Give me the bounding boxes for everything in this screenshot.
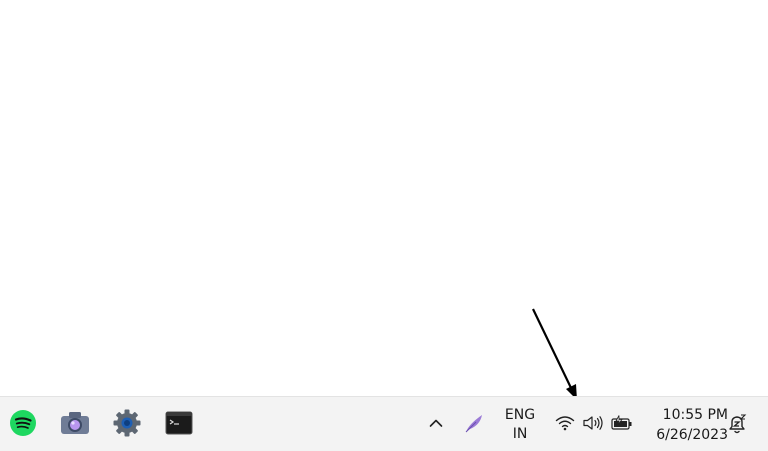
spotify-app-button[interactable] — [5, 405, 41, 441]
camera-app-button[interactable] — [57, 405, 93, 441]
settings-app-button[interactable] — [109, 405, 145, 441]
show-hidden-icons-button[interactable] — [426, 411, 446, 435]
input-language-indicator[interactable]: ENG IN — [500, 406, 540, 444]
taskbar: ENG IN 10:55 PM 6/26/2023 — [0, 396, 768, 451]
gear-icon — [113, 409, 141, 437]
battery-charging-icon — [611, 415, 632, 430]
wifi-icon — [555, 416, 575, 431]
feather-pen-icon — [465, 415, 482, 433]
battery-button[interactable] — [610, 411, 634, 435]
terminal-app-button[interactable] — [161, 405, 197, 441]
notification-bell-icon — [729, 414, 747, 434]
clock-date: 6/26/2023 — [656, 427, 728, 443]
clock-time: 10:55 PM — [662, 407, 728, 423]
desktop-area — [0, 0, 768, 396]
notification-center-button[interactable] — [726, 413, 748, 435]
terminal-icon — [165, 411, 193, 435]
network-button[interactable] — [554, 411, 576, 435]
volume-button[interactable] — [582, 411, 604, 435]
language-region: IN — [512, 426, 528, 442]
language-code: ENG — [504, 407, 536, 423]
clock-button[interactable]: 10:55 PM 6/26/2023 — [642, 405, 728, 445]
spotify-icon — [10, 410, 36, 436]
pen-menu-button[interactable] — [462, 411, 486, 435]
camera-icon — [61, 412, 89, 434]
chevron-up-icon — [429, 419, 443, 427]
speaker-icon — [583, 416, 603, 430]
